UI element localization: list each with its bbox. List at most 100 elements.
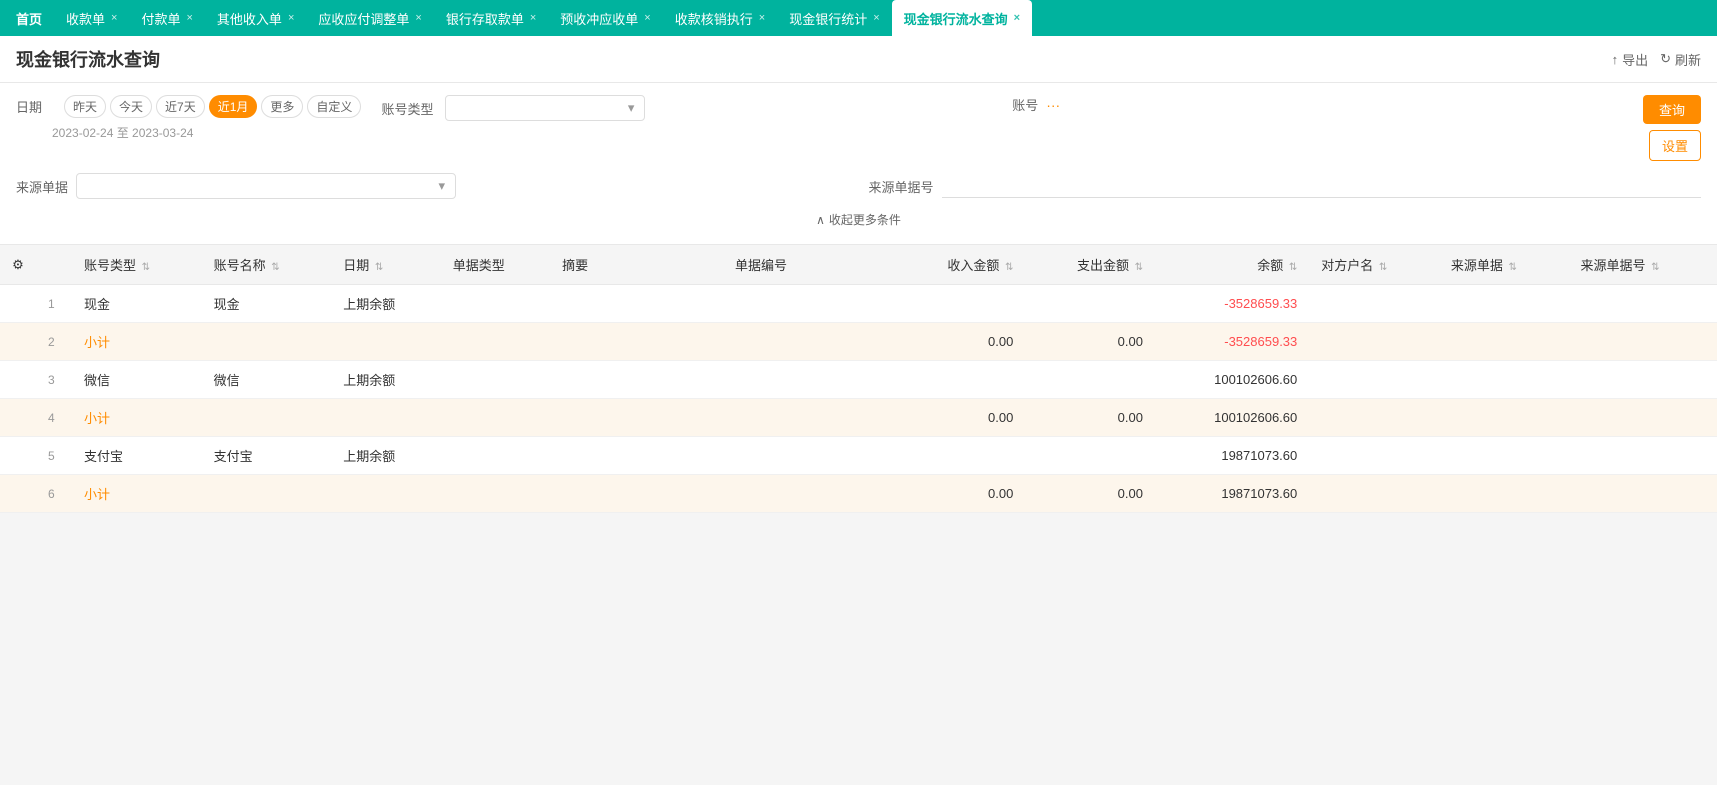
row-date: 上期余额 xyxy=(331,361,440,399)
nav-item-bank-deposit[interactable]: 银行存取款单 × xyxy=(434,0,548,36)
row-account-name xyxy=(202,399,332,437)
page-title: 现金银行流水查询 xyxy=(16,46,160,72)
close-cash-bank-stat-icon[interactable]: × xyxy=(873,12,879,24)
nav-item-ar-adjust[interactable]: 应收应付调整单 × xyxy=(306,0,433,36)
refresh-button[interactable]: ↻ 刷新 xyxy=(1660,50,1701,69)
table-header-row: ⚙ 账号类型 ⇅ 账号名称 ⇅ 日期 ⇅ 单据类型 xyxy=(0,245,1717,285)
row-counterpart xyxy=(1309,323,1439,361)
row-counterpart xyxy=(1309,285,1439,323)
row-gear-cell xyxy=(0,475,36,513)
col-counterpart[interactable]: 对方户名 ⇅ xyxy=(1309,245,1439,285)
close-receipt-icon[interactable]: × xyxy=(111,12,117,24)
row-balance: -3528659.33 xyxy=(1155,323,1309,361)
col-account-name-label: 账号名称 xyxy=(214,258,266,273)
row-num: 1 xyxy=(36,285,72,323)
col-balance[interactable]: 余额 ⇅ xyxy=(1155,245,1309,285)
source-doc-no-input[interactable] xyxy=(942,174,1701,198)
date-btn-today[interactable]: 今天 xyxy=(110,95,152,118)
table-body: 1 现金 现金 上期余额 -3528659.33 2 小计 0.00 0.00 … xyxy=(0,285,1717,513)
col-account-type[interactable]: 账号类型 ⇅ xyxy=(72,245,202,285)
col-source-doc-no[interactable]: 来源单据号 ⇅ xyxy=(1569,245,1717,285)
col-expense-label: 支出金额 xyxy=(1077,258,1129,273)
nav-receipt-label: 收款单 xyxy=(66,9,105,28)
row-account-type: 小计 xyxy=(72,399,202,437)
query-button[interactable]: 查询 xyxy=(1643,95,1701,124)
row-num: 2 xyxy=(36,323,72,361)
nav-item-receipt[interactable]: 收款单 × xyxy=(54,0,129,36)
account-ellipsis-button[interactable]: ··· xyxy=(1046,97,1060,113)
nav-item-cash-bank-flow[interactable]: 现金银行流水查询 × xyxy=(892,0,1032,36)
row-account-name xyxy=(202,323,332,361)
nav-item-payment[interactable]: 付款单 × xyxy=(129,0,204,36)
export-label: 导出 xyxy=(1622,50,1648,69)
nav-item-other-income[interactable]: 其他收入单 × xyxy=(205,0,306,36)
table-row: 2 小计 0.00 0.00 -3528659.33 xyxy=(0,323,1717,361)
row-account-type: 现金 xyxy=(72,285,202,323)
row-account-type: 小计 xyxy=(72,323,202,361)
col-doc-no: 单据编号 xyxy=(723,245,896,285)
row-account-name: 现金 xyxy=(202,285,332,323)
nav-item-receipt-verify[interactable]: 收款核销执行 × xyxy=(663,0,777,36)
col-expense[interactable]: 支出金额 ⇅ xyxy=(1025,245,1155,285)
date-btn-custom[interactable]: 自定义 xyxy=(307,95,361,118)
close-prepay-offset-icon[interactable]: × xyxy=(644,12,650,24)
table-row: 4 小计 0.00 0.00 100102606.60 xyxy=(0,399,1717,437)
row-doc-type xyxy=(441,475,550,513)
row-summary xyxy=(550,437,723,475)
col-account-name[interactable]: 账号名称 ⇅ xyxy=(202,245,332,285)
date-btn-7days[interactable]: 近7天 xyxy=(156,95,205,118)
nav-item-cash-bank-stat[interactable]: 现金银行统计 × xyxy=(777,0,891,36)
col-income[interactable]: 收入金额 ⇅ xyxy=(896,245,1026,285)
collapse-button[interactable]: ∧ 收起更多条件 xyxy=(804,207,913,232)
close-receipt-verify-icon[interactable]: × xyxy=(759,12,765,24)
row-doc-type xyxy=(441,399,550,437)
nav-cash-bank-flow-label: 现金银行流水查询 xyxy=(904,9,1008,28)
account-type-filter-label: 账号类型 xyxy=(381,99,437,118)
top-navigation: 首页 收款单 × 付款单 × 其他收入单 × 应收应付调整单 × 银行存取款单 … xyxy=(0,0,1717,36)
source-doc-select[interactable]: ▾ xyxy=(76,173,456,199)
account-type-chevron-icon: ▾ xyxy=(628,100,635,116)
nav-item-prepay-offset[interactable]: 预收冲应收单 × xyxy=(548,0,662,36)
row-account-type: 小计 xyxy=(72,475,202,513)
row-account-name: 微信 xyxy=(202,361,332,399)
sort-source-doc-no-icon: ⇅ xyxy=(1651,262,1659,273)
nav-item-home[interactable]: 首页 xyxy=(4,0,54,36)
row-source-doc xyxy=(1439,437,1569,475)
row-account-type: 微信 xyxy=(72,361,202,399)
settings-button[interactable]: 设置 xyxy=(1649,130,1701,161)
close-cash-bank-flow-icon[interactable]: × xyxy=(1014,12,1020,24)
col-date[interactable]: 日期 ⇅ xyxy=(331,245,440,285)
row-gear-cell xyxy=(0,437,36,475)
row-source-doc-no xyxy=(1569,361,1717,399)
row-source-doc-no xyxy=(1569,437,1717,475)
col-source-doc[interactable]: 来源单据 ⇅ xyxy=(1439,245,1569,285)
row-expense: 0.00 xyxy=(1025,323,1155,361)
close-other-income-icon[interactable]: × xyxy=(288,12,294,24)
date-btn-1month[interactable]: 近1月 xyxy=(209,95,258,118)
account-type-select[interactable]: ▾ xyxy=(445,95,645,121)
row-summary xyxy=(550,399,723,437)
close-ar-adjust-icon[interactable]: × xyxy=(415,12,421,24)
row-source-doc xyxy=(1439,475,1569,513)
row-balance: 100102606.60 xyxy=(1155,399,1309,437)
col-income-label: 收入金额 xyxy=(947,258,999,273)
row-income xyxy=(896,285,1026,323)
sort-account-type-icon: ⇅ xyxy=(142,262,150,273)
close-bank-deposit-icon[interactable]: × xyxy=(530,12,536,24)
row-expense: 0.00 xyxy=(1025,475,1155,513)
row-source-doc xyxy=(1439,323,1569,361)
row-date xyxy=(331,399,440,437)
sort-expense-icon: ⇅ xyxy=(1135,262,1143,273)
date-btn-more[interactable]: 更多 xyxy=(261,95,303,118)
row-expense xyxy=(1025,285,1155,323)
col-gear[interactable]: ⚙ xyxy=(0,245,36,285)
nav-receipt-verify-label: 收款核销执行 xyxy=(675,9,753,28)
date-btn-yesterday[interactable]: 昨天 xyxy=(64,95,106,118)
row-date: 上期余额 xyxy=(331,437,440,475)
sort-balance-icon: ⇅ xyxy=(1289,262,1297,273)
export-button[interactable]: ↑ 导出 xyxy=(1612,50,1649,69)
row-summary xyxy=(550,361,723,399)
refresh-label: 刷新 xyxy=(1675,50,1701,69)
close-payment-icon[interactable]: × xyxy=(186,12,192,24)
row-doc-no xyxy=(723,323,896,361)
